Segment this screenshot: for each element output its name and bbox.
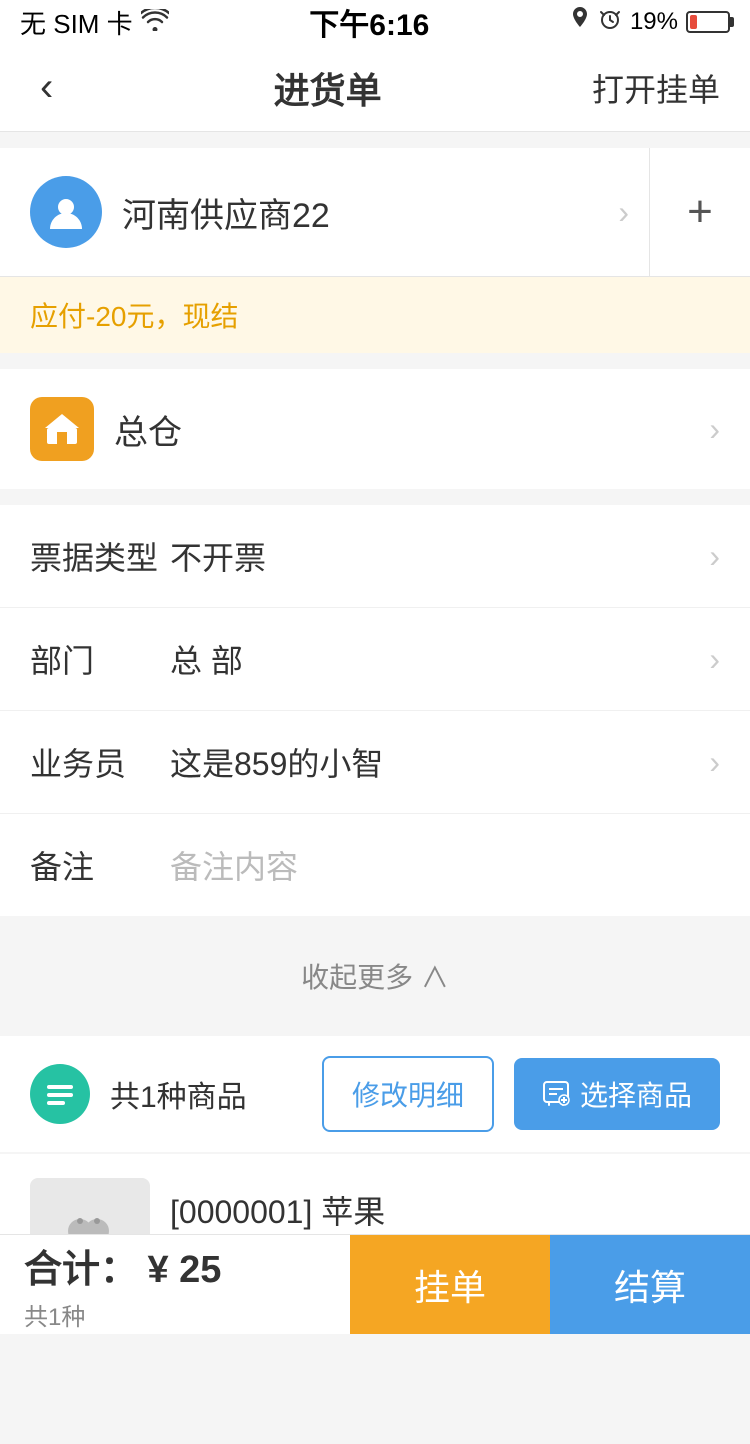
total-section: 合计： ¥ 25 共1种	[0, 1235, 350, 1334]
pay-button[interactable]: 结算	[550, 1235, 750, 1334]
supplier-avatar	[30, 176, 102, 248]
supplier-name: 河南供应商22	[122, 188, 598, 237]
product-toolbar: 共1种商品 修改明细 选择商品	[0, 1036, 750, 1152]
back-button[interactable]: ‹	[30, 55, 63, 120]
department-value: 总 部	[170, 636, 709, 682]
department-label: 部门	[30, 636, 170, 682]
select-product-label: 选择商品	[580, 1074, 692, 1114]
product-count-text: 共1种商品	[110, 1072, 302, 1116]
warehouse-chevron-icon: ›	[709, 411, 720, 448]
total-count: 共1种	[24, 1297, 326, 1332]
remark-value: 备注内容	[170, 842, 720, 888]
total-value: ¥ 25	[147, 1249, 221, 1291]
carrier-text: 无 SIM 卡	[20, 4, 133, 41]
salesperson-label: 业务员	[30, 739, 170, 785]
battery-percent: 19%	[630, 8, 678, 36]
department-row[interactable]: 部门 总 部 ›	[0, 608, 750, 711]
invoice-type-chevron: ›	[709, 538, 720, 575]
remark-label: 备注	[30, 842, 170, 888]
status-bar: 无 SIM 卡 下午6:16 19%	[0, 0, 750, 44]
wifi-icon	[141, 7, 169, 38]
invoice-type-value: 不开票	[170, 533, 709, 579]
product-id: [0000001]	[170, 1194, 321, 1230]
bottom-bar: 合计： ¥ 25 共1种 挂单 结算	[0, 1234, 750, 1334]
remark-row[interactable]: 备注 备注内容	[0, 814, 750, 916]
location-icon	[570, 7, 590, 38]
salesperson-row[interactable]: 业务员 这是859的小智 ›	[0, 711, 750, 814]
total-label: 合计：	[24, 1249, 138, 1291]
supplier-chevron-icon: ›	[618, 194, 629, 231]
edit-detail-button[interactable]: 修改明细	[322, 1056, 494, 1132]
notice-bar: 应付-20元，现结	[0, 277, 750, 353]
warehouse-icon	[30, 397, 94, 461]
page-title: 进货单	[274, 62, 382, 114]
notice-text: 应付-20元，现结	[30, 301, 238, 332]
invoice-type-label: 票据类型	[30, 533, 170, 579]
total-amount: 合计： ¥ 25	[24, 1238, 326, 1293]
status-carrier: 无 SIM 卡	[20, 4, 169, 41]
alarm-icon	[598, 7, 622, 38]
collapse-button[interactable]: 收起更多 ∧	[0, 932, 750, 1020]
status-time: 下午6:16	[309, 0, 429, 44]
supplier-section: 河南供应商22 › +	[0, 148, 750, 277]
salesperson-chevron: ›	[709, 744, 720, 781]
forms-section: 票据类型 不开票 › 部门 总 部 › 业务员 这是859的小智 › 备注 备注…	[0, 505, 750, 916]
invoice-type-row[interactable]: 票据类型 不开票 ›	[0, 505, 750, 608]
nav-bar: ‹ 进货单 打开挂单	[0, 44, 750, 132]
product-name: [0000001] 苹果	[170, 1187, 644, 1233]
battery-icon	[686, 11, 730, 33]
add-button[interactable]: +	[650, 148, 750, 276]
select-product-button[interactable]: 选择商品	[514, 1058, 720, 1130]
product-count-icon	[30, 1064, 90, 1124]
warehouse-name: 总仓	[114, 405, 689, 454]
open-hold-button[interactable]: 打开挂单	[592, 65, 720, 111]
status-icons: 19%	[570, 7, 730, 38]
product-title: 苹果	[321, 1194, 385, 1230]
salesperson-value: 这是859的小智	[170, 739, 709, 785]
hold-button[interactable]: 挂单	[350, 1235, 550, 1334]
department-chevron: ›	[709, 641, 720, 678]
warehouse-row[interactable]: 总仓 ›	[0, 369, 750, 489]
supplier-select-row[interactable]: 河南供应商22 ›	[0, 148, 650, 276]
